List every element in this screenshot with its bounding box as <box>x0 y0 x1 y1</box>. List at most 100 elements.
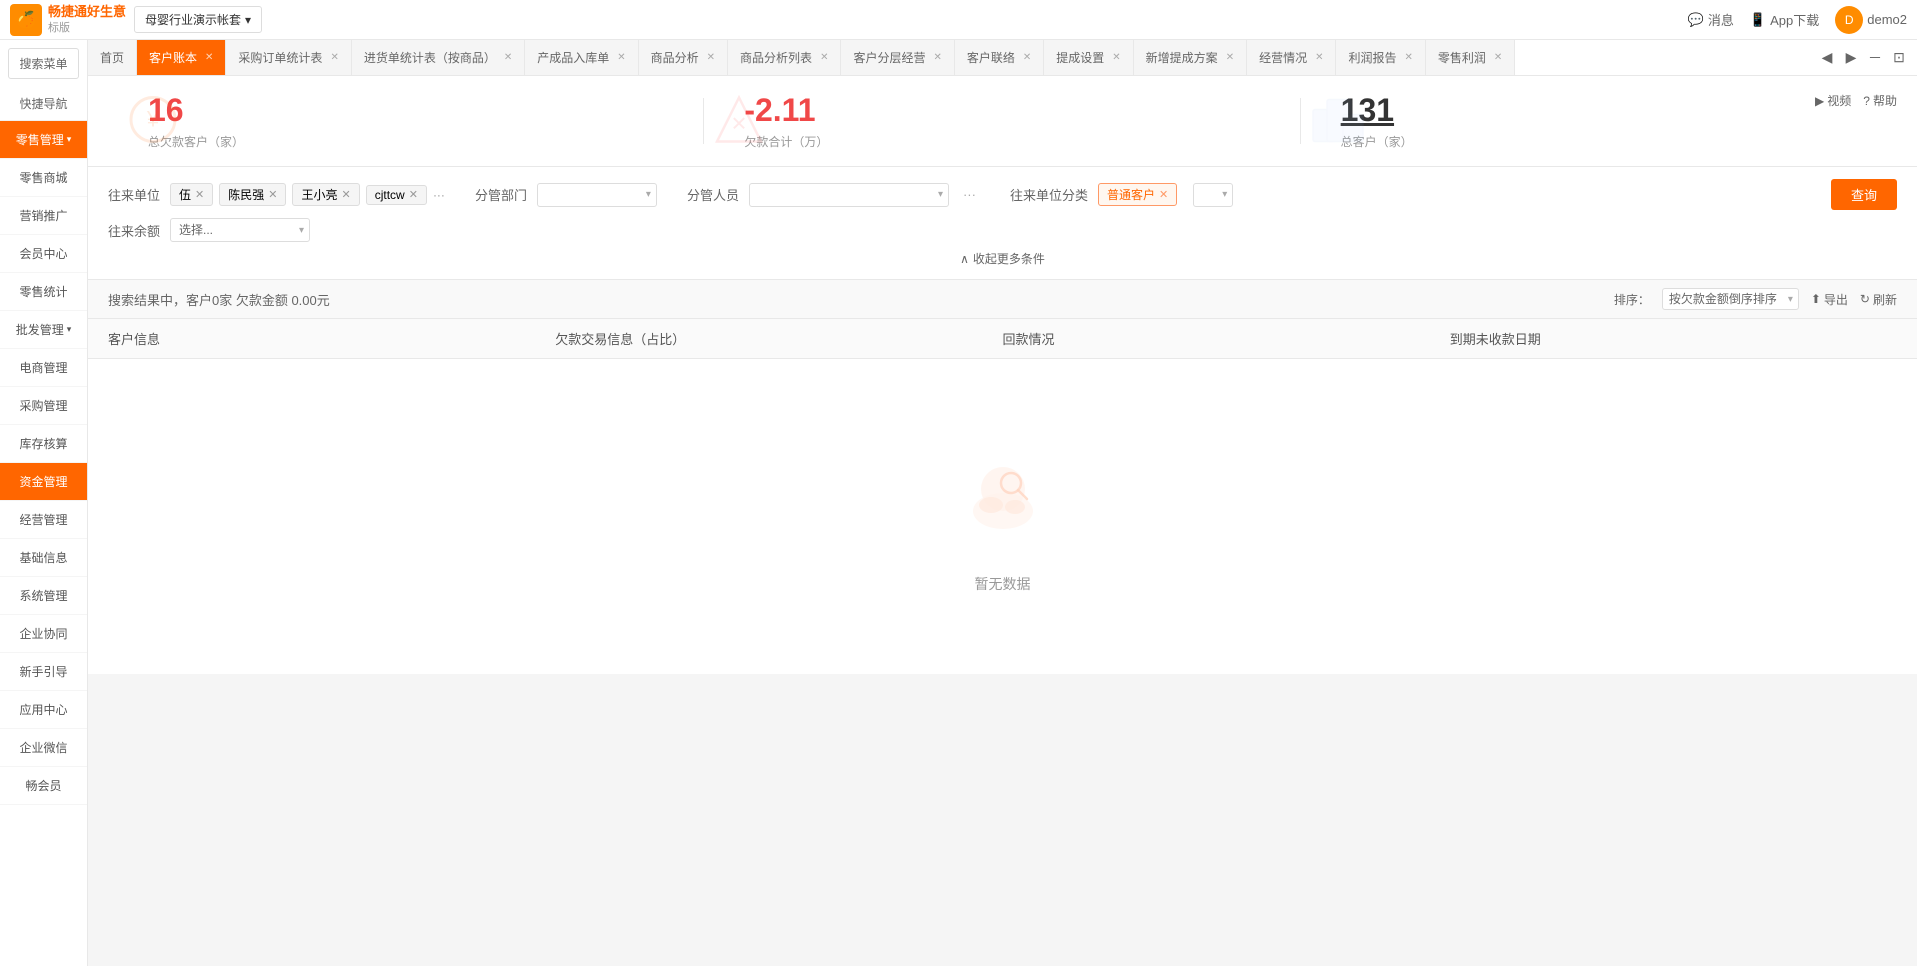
company-tag-chen[interactable]: 陈民强 ✕ <box>219 183 286 206</box>
balance-select[interactable]: 选择... <box>170 218 310 242</box>
sidebar-item-wechat[interactable]: 企业微信 <box>0 729 87 767</box>
tab-inbound-close[interactable]: ✕ <box>504 52 512 63</box>
tab-product-list-close[interactable]: ✕ <box>820 52 828 63</box>
company-more-tags-button[interactable]: ··· <box>433 188 445 202</box>
sidebar-label-vip: 畅会员 <box>25 779 61 793</box>
tab-promote-settings[interactable]: 提成设置 ✕ <box>1044 40 1133 76</box>
tab-promote-close[interactable]: ✕ <box>1112 52 1120 63</box>
summary-cards: ▶ 视频 ? 帮助 ¥ 16 <box>88 76 1917 167</box>
dept-select[interactable] <box>537 183 657 207</box>
company-tag-wu-close[interactable]: ✕ <box>195 188 204 201</box>
dept-filter-label: 分管部门 <box>475 185 527 204</box>
sidebar-item-vip[interactable]: 畅会员 <box>0 767 87 805</box>
tab-customer-mgmt[interactable]: 客户分层经营 ✕ <box>841 40 954 76</box>
sidebar-item-system[interactable]: 系统管理 <box>0 577 87 615</box>
refresh-button[interactable]: ↻ 刷新 <box>1860 291 1897 308</box>
sidebar-label-newguide: 新手引导 <box>19 665 67 679</box>
sort-select[interactable]: 按欠款金额倒序排序 <box>1662 288 1799 310</box>
person-select[interactable] <box>749 183 949 207</box>
sidebar-label-capital: 资金管理 <box>19 475 67 489</box>
sidebar-item-member-center[interactable]: 会员中心 <box>0 235 87 273</box>
tab-biz-status[interactable]: 经营情况 ✕ <box>1247 40 1336 76</box>
export-button[interactable]: ⬆ 导出 <box>1811 291 1848 308</box>
tab-connect-label: 客户联络 <box>967 49 1015 66</box>
tab-profit-close[interactable]: ✕ <box>1405 52 1413 63</box>
sidebar-item-new-guide[interactable]: 新手引导 <box>0 653 87 691</box>
tab-scroll-right-button[interactable]: ▶ <box>1841 48 1861 68</box>
tab-purchase-close[interactable]: ✕ <box>330 52 338 63</box>
sidebar-item-inventory[interactable]: 库存核算 <box>0 425 87 463</box>
sidebar-item-ecommerce[interactable]: 电商管理 <box>0 349 87 387</box>
col-repayment: 回款情况 <box>1003 329 1450 348</box>
tab-product-analysis[interactable]: 商品分析 ✕ <box>639 40 728 76</box>
company-tag-cjttcw-close[interactable]: ✕ <box>409 188 418 201</box>
tab-customer-book-close[interactable]: ✕ <box>205 52 213 63</box>
person-more-options[interactable]: ··· <box>959 187 980 202</box>
company-tag-chen-close[interactable]: ✕ <box>268 188 277 201</box>
tab-customer-book[interactable]: 客户账本 ✕ <box>137 40 226 76</box>
company-tag-cjttcw-label: cjttcw <box>375 188 405 202</box>
company-tag-wu[interactable]: 伍 ✕ <box>170 183 213 206</box>
sidebar-item-purchase[interactable]: 采购管理 <box>0 387 87 425</box>
sidebar-item-basic-info[interactable]: 基础信息 <box>0 539 87 577</box>
collapse-filters-button[interactable]: ∧ 收起更多条件 <box>108 250 1897 267</box>
company-tag-wang[interactable]: 王小亮 ✕ <box>292 183 359 206</box>
sidebar-item-marketing[interactable]: 营销推广 <box>0 197 87 235</box>
sidebar-item-retail-shop[interactable]: 零售商城 <box>0 159 87 197</box>
tab-purchase-order[interactable]: 采购订单统计表 ✕ <box>226 40 351 76</box>
filter-row-1: 往来单位 伍 ✕ 陈民强 ✕ 王小亮 ✕ <box>108 179 1897 210</box>
category-filter-tags: 普通客户 ✕ <box>1098 183 1177 206</box>
summary-card-2: ✕ -2.11 欠款合计（万） <box>704 92 1300 150</box>
tab-biz-close[interactable]: ✕ <box>1315 52 1323 63</box>
company-tag-cjttcw[interactable]: cjttcw ✕ <box>366 185 427 205</box>
sidebar-label-retail-shop: 零售商城 <box>19 171 67 185</box>
tab-scroll-left-button[interactable]: ◀ <box>1817 48 1837 68</box>
tab-home-label: 首页 <box>100 49 124 66</box>
sidebar-item-biz-mgmt[interactable]: 经营管理 <box>0 501 87 539</box>
tab-customer-connect[interactable]: 客户联络 ✕ <box>955 40 1044 76</box>
tab-product-close[interactable]: ✕ <box>707 52 715 63</box>
tab-product-list[interactable]: 商品分析列表 ✕ <box>728 40 841 76</box>
sidebar-label-ecommerce: 电商管理 <box>19 361 67 375</box>
tab-home[interactable]: 首页 <box>88 40 137 76</box>
refresh-icon: ↻ <box>1860 292 1870 306</box>
sidebar-item-enterprise-coop[interactable]: 企业协同 <box>0 615 87 653</box>
sidebar-item-retail-stats[interactable]: 零售统计 <box>0 273 87 311</box>
app-download-button[interactable]: 📱 App下载 <box>1750 10 1819 29</box>
top-bar: 🍊 畅捷通好生意 标版 母婴行业演示帐套 ▾ 💬 消息 📱 App下载 D de… <box>0 0 1917 40</box>
tab-customer-mgmt-close[interactable]: ✕ <box>933 52 941 63</box>
tab-profit[interactable]: 利润报告 ✕ <box>1336 40 1425 76</box>
tab-retail-profit-close[interactable]: ✕ <box>1494 52 1502 63</box>
tab-minimize-button[interactable]: － <box>1865 48 1885 68</box>
category-tag-normal[interactable]: 普通客户 ✕ <box>1098 183 1177 206</box>
quick-nav-button[interactable]: 快捷导航 <box>0 87 87 121</box>
tab-cost-close[interactable]: ✕ <box>617 52 625 63</box>
tab-retail-profit[interactable]: 零售利润 ✕ <box>1426 40 1515 76</box>
tab-inbound[interactable]: 进货单统计表（按商品） ✕ <box>352 40 525 76</box>
sidebar-item-capital[interactable]: 资金管理 <box>0 463 87 501</box>
company-tag-wang-close[interactable]: ✕ <box>342 188 351 201</box>
results-bar: 搜索结果中，客户0家 欠款金额 0.00元 排序： 按欠款金额倒序排序 ⬆ 导出… <box>88 280 1917 319</box>
user-profile[interactable]: D demo2 <box>1835 6 1907 34</box>
category-select[interactable] <box>1193 183 1233 207</box>
tab-cost-inbound[interactable]: 产成品入库单 ✕ <box>525 40 638 76</box>
empty-text: 暂无数据 <box>975 574 1031 594</box>
query-button[interactable]: 查询 <box>1831 179 1897 210</box>
workspace-selector[interactable]: 母婴行业演示帐套 ▾ <box>134 6 262 33</box>
sidebar-item-batch-mgmt[interactable]: 批发管理 ▾ <box>0 311 87 349</box>
svg-text:✕: ✕ <box>731 114 748 136</box>
category-select-wrapper <box>1193 183 1233 207</box>
sidebar-label-wechat: 企业微信 <box>19 741 67 755</box>
tab-new-promote[interactable]: 新增提成方案 ✕ <box>1134 40 1247 76</box>
tab-new-promote-close[interactable]: ✕ <box>1226 52 1234 63</box>
filters-section: 往来单位 伍 ✕ 陈民强 ✕ 王小亮 ✕ <box>88 167 1917 280</box>
tab-maximize-button[interactable]: ⊡ <box>1889 48 1909 68</box>
tab-connect-close[interactable]: ✕ <box>1023 52 1031 63</box>
search-menu-button[interactable]: 搜索菜单 <box>8 48 79 79</box>
message-button[interactable]: 💬 消息 <box>1688 10 1734 29</box>
chevron-down-icon: ▾ <box>67 134 72 145</box>
sidebar-item-app-center[interactable]: 应用中心 <box>0 691 87 729</box>
tab-customer-book-label: 客户账本 <box>149 49 197 66</box>
category-tag-close[interactable]: ✕ <box>1159 188 1168 201</box>
sidebar-item-retail-mgmt[interactable]: 零售管理 ▾ <box>0 121 87 159</box>
